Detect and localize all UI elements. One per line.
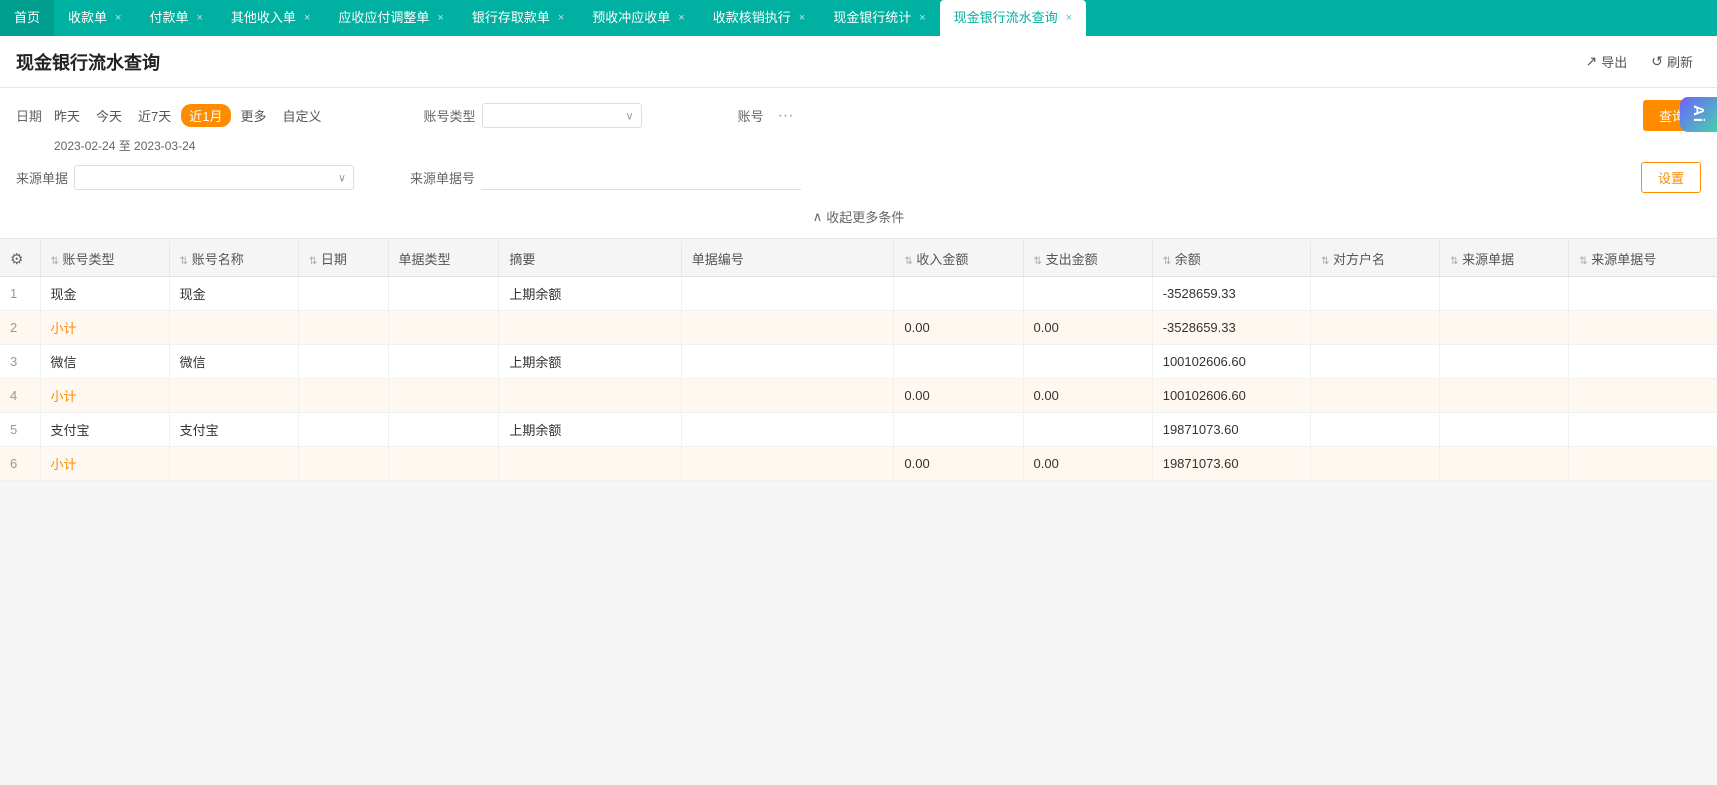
filter-row-1: 日期 昨天 今天 近7天 近1月 更多 自定义 账号类型 账号 ··· <box>16 100 1701 131</box>
date-yesterday-btn[interactable]: 昨天 <box>48 104 86 127</box>
col-expense: ⇅ 支出金额 <box>1023 241 1152 277</box>
table-row: 4小计0.000.00100102606.60 <box>0 379 1717 413</box>
close-advance-icon[interactable]: × <box>678 0 684 36</box>
col-balance: ⇅ 余额 <box>1152 241 1310 277</box>
close-other-income-icon[interactable]: × <box>304 0 310 36</box>
account-type-filter-group: 账号类型 <box>424 103 642 128</box>
date-today-btn[interactable]: 今天 <box>90 104 128 127</box>
account-type-select-wrapper <box>482 103 642 128</box>
gear-icon[interactable]: ⚙ <box>10 251 23 268</box>
settings-button[interactable]: 设置 <box>1641 162 1701 193</box>
col-account-name: ⇅ 账号名称 <box>169 241 298 277</box>
col-income: ⇅ 收入金额 <box>894 241 1023 277</box>
date-more-btn[interactable]: 更多 <box>235 104 273 127</box>
nav-home[interactable]: 首页 <box>0 0 54 36</box>
refresh-icon: ↺ <box>1651 53 1663 70</box>
date-filter-group: 日期 昨天 今天 近7天 近1月 更多 自定义 <box>16 104 328 127</box>
source-doc-num-input[interactable] <box>481 166 801 190</box>
top-navigation: 首页 收款单 × 付款单 × 其他收入单 × 应收应付调整单 × 银行存取款单 … <box>0 0 1717 36</box>
page-header: 现金银行流水查询 ↗ 导出 ↺ 刷新 <box>0 36 1717 88</box>
col-source-doc-no: ⇅ 来源单据号 <box>1569 241 1717 277</box>
table-header-row: ⚙ ⇅ 账号类型 ⇅ 账号名称 ⇅ 日期 单据类型 摘要 <box>0 241 1717 277</box>
source-doc-label: 来源单据 <box>16 168 68 187</box>
collapse-filters-button[interactable]: ∧ 收起更多条件 <box>16 203 1701 230</box>
page-title: 现金银行流水查询 <box>16 49 160 75</box>
close-bank-deposit-icon[interactable]: × <box>558 0 564 36</box>
date-custom-btn[interactable]: 自定义 <box>277 104 328 127</box>
export-button[interactable]: ↗ 导出 <box>1578 48 1636 75</box>
nav-payment[interactable]: 付款单 × <box>135 0 216 36</box>
col-date: ⇅ 日期 <box>298 241 388 277</box>
source-doc-num-label: 来源单据号 <box>410 168 475 187</box>
header-actions: ↗ 导出 ↺ 刷新 <box>1578 48 1702 75</box>
table-row: 5支付宝支付宝上期余额19871073.60 <box>0 413 1717 447</box>
data-table-container: ⚙ ⇅ 账号类型 ⇅ 账号名称 ⇅ 日期 单据类型 摘要 <box>0 241 1717 481</box>
chevron-up-icon: ∧ <box>813 209 823 225</box>
source-doc-select-wrapper <box>74 165 354 190</box>
table-row: 3微信微信上期余额100102606.60 <box>0 345 1717 379</box>
close-cash-bank-flow-icon[interactable]: × <box>1066 0 1072 36</box>
table-body: 1现金现金上期余额-3528659.332小计0.000.00-3528659.… <box>0 277 1717 481</box>
export-icon: ↗ <box>1586 53 1598 70</box>
date-label: 日期 <box>16 106 42 125</box>
account-type-select[interactable] <box>482 103 642 128</box>
nav-cash-bank-stats[interactable]: 现金银行统计 × <box>819 0 939 36</box>
account-type-label: 账号类型 <box>424 106 476 125</box>
table-row: 6小计0.000.0019871073.60 <box>0 447 1717 481</box>
date-quick-buttons: 昨天 今天 近7天 近1月 更多 自定义 <box>48 104 328 127</box>
col-gear[interactable]: ⚙ <box>0 241 40 277</box>
close-cash-bank-stats-icon[interactable]: × <box>919 0 925 36</box>
nav-other-income[interactable]: 其他收入单 × <box>217 0 324 36</box>
date-1month-btn[interactable]: 近1月 <box>181 104 230 127</box>
table-row: 1现金现金上期余额-3528659.33 <box>0 277 1717 311</box>
close-adjustment-icon[interactable]: × <box>437 0 443 36</box>
col-counterpart: ⇅ 对方户名 <box>1310 241 1439 277</box>
nav-cash-bank-flow[interactable]: 现金银行流水查询 × <box>940 0 1086 36</box>
filter-area: 日期 昨天 今天 近7天 近1月 更多 自定义 账号类型 账号 ··· <box>0 88 1717 239</box>
nav-receipt[interactable]: 收款单 × <box>54 0 135 36</box>
source-doc-filter-group: 来源单据 <box>16 165 354 190</box>
nav-adjustment[interactable]: 应收应付调整单 × <box>324 0 457 36</box>
source-doc-select[interactable] <box>74 165 354 190</box>
date-range-text: 2023-02-24 至 2023-03-24 <box>54 139 195 153</box>
nav-advance[interactable]: 预收冲应收单 × <box>578 0 698 36</box>
data-table: ⚙ ⇅ 账号类型 ⇅ 账号名称 ⇅ 日期 单据类型 摘要 <box>0 241 1717 481</box>
col-doc-type: 单据类型 <box>388 241 499 277</box>
date-range-display: 2023-02-24 至 2023-03-24 <box>54 137 1701 154</box>
close-collection-exec-icon[interactable]: × <box>799 0 805 36</box>
table-row: 2小计0.000.00-3528659.33 <box>0 311 1717 345</box>
col-source-doc: ⇅ 来源单据 <box>1440 241 1569 277</box>
nav-collection-exec[interactable]: 收款核销执行 × <box>699 0 819 36</box>
col-account-type: ⇅ 账号类型 <box>40 241 169 277</box>
refresh-button[interactable]: ↺ 刷新 <box>1643 48 1701 75</box>
account-label: 账号 <box>738 106 764 125</box>
settings-btn-wrapper: 设置 <box>1641 162 1701 193</box>
col-doc-no: 单据编号 <box>681 241 894 277</box>
date-7days-btn[interactable]: 近7天 <box>132 104 177 127</box>
close-payment-icon[interactable]: × <box>196 0 202 36</box>
nav-bank-deposit[interactable]: 银行存取款单 × <box>458 0 578 36</box>
ai-button[interactable]: Ai <box>1680 97 1717 132</box>
source-doc-num-filter-group: 来源单据号 <box>410 166 801 190</box>
col-summary: 摘要 <box>499 241 681 277</box>
account-more-icon[interactable]: ··· <box>770 107 802 125</box>
close-receipt-icon[interactable]: × <box>115 0 121 36</box>
account-filter-group: 账号 ··· <box>738 106 802 125</box>
filter-row-2: 来源单据 来源单据号 设置 <box>16 162 1701 193</box>
